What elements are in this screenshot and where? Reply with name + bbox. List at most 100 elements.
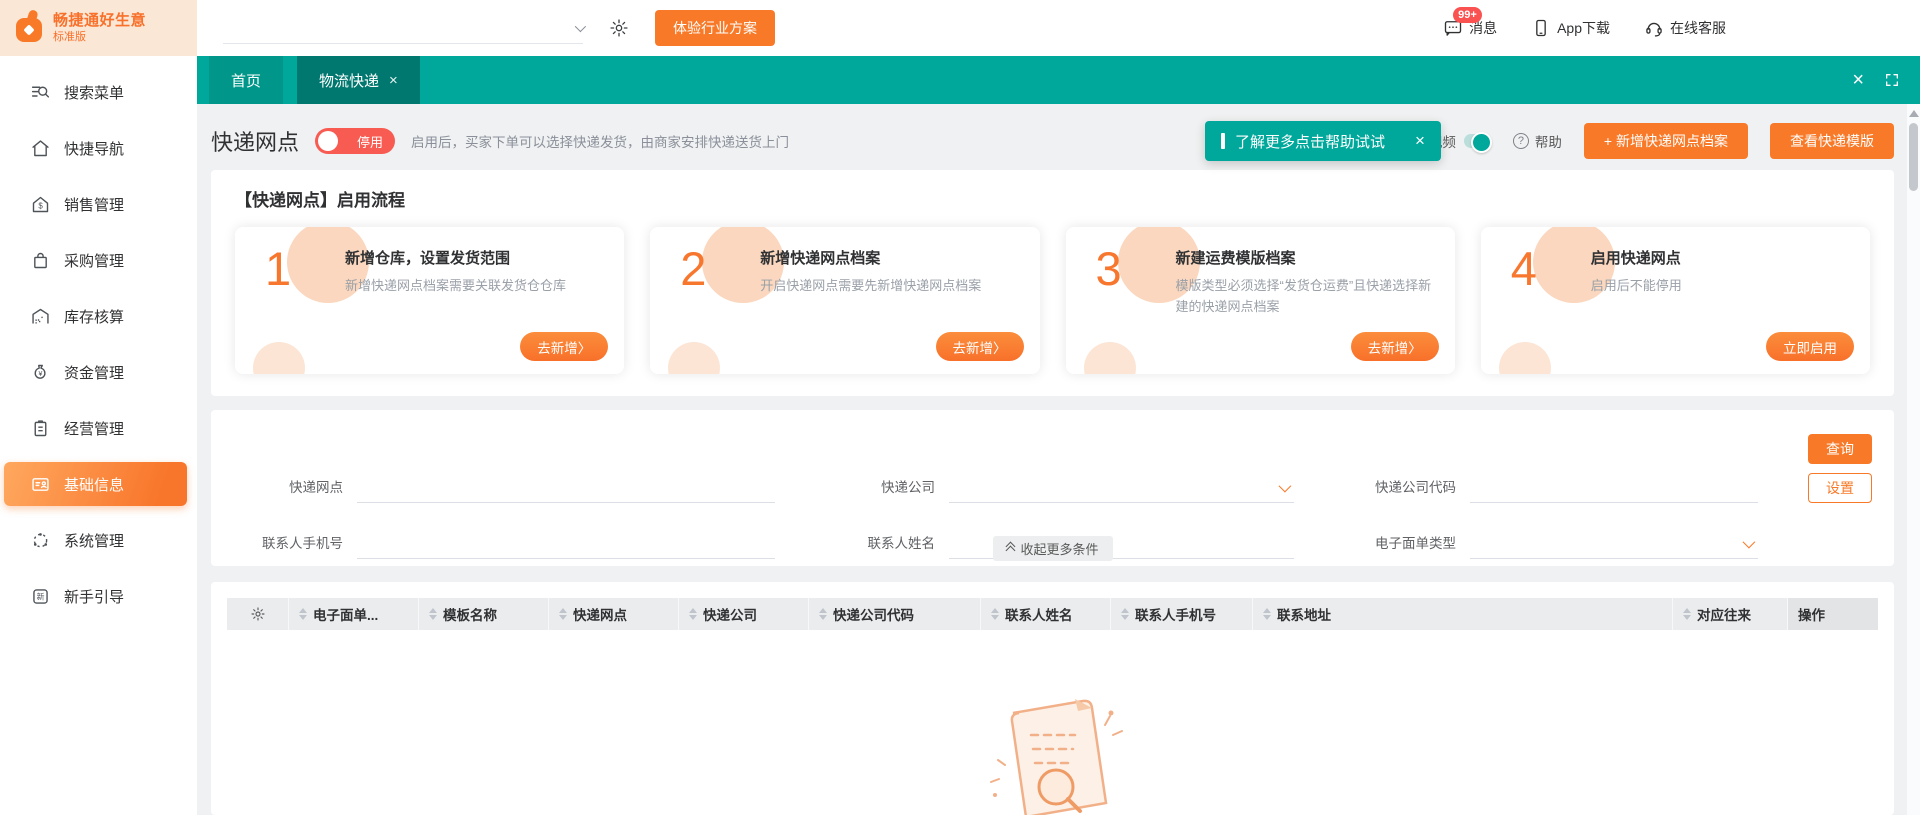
column-settings-button[interactable]	[227, 598, 289, 630]
messages-count-badge: 99+	[1453, 7, 1482, 23]
column-header-actions: 操作	[1788, 598, 1878, 630]
svg-text:¥: ¥	[39, 371, 43, 378]
chevron-down-icon[interactable]	[574, 20, 587, 32]
express-company-select[interactable]	[949, 473, 1294, 503]
sort-icon[interactable]	[429, 608, 437, 620]
collapse-more-filters-button[interactable]: 收起更多条件	[992, 536, 1113, 561]
money-pouch-icon: ¥	[30, 362, 51, 383]
double-chevron-up-icon	[1005, 541, 1015, 556]
flow-step-card: 3 新建运费模版档案 模版类型必须选择“发货仓运费”且快递选择新建的快递网点档案…	[1065, 227, 1455, 374]
flow-title: 【快递网点】启用流程	[235, 191, 405, 210]
sidebar-item-search-menu[interactable]: 搜索菜单	[0, 70, 197, 114]
go-add-button[interactable]: 去新增〉	[935, 332, 1024, 361]
online-service-button[interactable]: 在线客服	[1644, 18, 1726, 38]
column-header-company-code[interactable]: 快递公司代码	[809, 598, 981, 630]
tab-logistics-express[interactable]: 物流快递 ×	[297, 56, 420, 104]
sort-icon[interactable]	[1121, 608, 1129, 620]
express-site-input[interactable]	[357, 473, 775, 503]
sort-icon[interactable]	[991, 608, 999, 620]
sidebar-item-funds[interactable]: ¥ 资金管理	[0, 350, 197, 394]
expand-icon[interactable]	[1884, 72, 1900, 88]
chevron-down-icon	[1742, 535, 1756, 549]
sidebar-item-sales[interactable]: $ 销售管理	[0, 182, 197, 226]
results-table-panel: 电子面单... 模板名称 快递网点 快递公司 快递公司代码 联系人姓名 联系人手…	[211, 582, 1894, 815]
app-download-button[interactable]: App下载	[1531, 18, 1610, 38]
global-search[interactable]	[223, 12, 587, 44]
column-header-related-party[interactable]: 对应往来	[1673, 598, 1788, 630]
phone-icon	[1531, 18, 1551, 38]
contact-phone-input[interactable]	[357, 529, 775, 559]
banner-close-icon[interactable]: ×	[1415, 131, 1425, 151]
sort-icon[interactable]	[299, 608, 307, 620]
view-express-template-button[interactable]: 查看快递模版	[1770, 123, 1894, 159]
column-header-express-company[interactable]: 快递公司	[679, 598, 809, 630]
sidebar-item-label: 新手引导	[64, 588, 125, 606]
sidebar-item-new-guide[interactable]: 新 新手引导	[0, 574, 197, 618]
headset-icon	[1644, 18, 1664, 38]
banner-text: 了解更多点击帮助试试	[1234, 133, 1385, 151]
step-title: 启用快递网点	[1590, 250, 1681, 267]
sidebar-item-basic-info[interactable]: 基础信息	[4, 462, 187, 506]
settings-button[interactable]: 设置	[1808, 473, 1872, 503]
close-all-tabs-icon[interactable]: ×	[1852, 70, 1864, 90]
sidebar-item-quick-nav[interactable]: 快捷导航	[0, 126, 197, 170]
experience-solution-button[interactable]: 体验行业方案	[655, 10, 775, 46]
svg-text:新: 新	[37, 591, 45, 601]
page-header: 快递网点 停用 启用后，买家下单可以选择快递发货，由商家安排快递送货上门 了解更…	[211, 112, 1894, 170]
sort-icon[interactable]	[819, 608, 827, 620]
add-express-site-button[interactable]: + 新增快递网点档案	[1583, 123, 1748, 159]
query-button[interactable]: 查询	[1808, 434, 1872, 464]
collapse-label: 收起更多条件	[1020, 542, 1099, 557]
sidebar-item-label: 搜索菜单	[64, 84, 125, 102]
sidebar: 搜索菜单 快捷导航 $ 销售管理 采购管理 库存核算 ¥ 资金管理 经营管理 基…	[0, 56, 197, 815]
banner-accent-bar	[1220, 133, 1225, 149]
filter-label-contact-name: 联系人姓名	[867, 536, 936, 551]
column-header-template-name[interactable]: 模板名称	[419, 598, 549, 630]
column-header-waybill-type[interactable]: 电子面单...	[289, 598, 419, 630]
help-tooltip-banner: 了解更多点击帮助试试 ×	[1204, 121, 1441, 161]
top-bar: 畅捷通好生意 标准版 体验行业方案 99+ 消息 App下载 在线客服	[0, 0, 1920, 56]
go-add-button[interactable]: 去新增〉	[520, 332, 609, 361]
sidebar-item-system[interactable]: 系统管理	[0, 518, 197, 562]
messages-button[interactable]: 99+ 消息	[1443, 7, 1497, 38]
app-download-label: App下载	[1557, 20, 1610, 36]
sidebar-item-inventory[interactable]: 库存核算	[0, 294, 197, 338]
brand-block: 畅捷通好生意 标准版	[0, 0, 197, 56]
column-header-express-site[interactable]: 快递网点	[549, 598, 679, 630]
page-title: 快递网点	[211, 130, 300, 155]
scroll-up-arrow[interactable]	[1908, 110, 1919, 117]
online-service-label: 在线客服	[1670, 20, 1726, 36]
flow-step-card: 1 新增仓库，设置发货范围 新增快递网点档案需要关联发货仓仓库 去新增〉	[235, 227, 625, 374]
waybill-type-select[interactable]	[1470, 529, 1758, 559]
sort-icon[interactable]	[1263, 608, 1271, 620]
sidebar-item-label: 销售管理	[64, 196, 125, 214]
enable-toggle[interactable]: 停用	[315, 128, 396, 154]
sidebar-item-operations[interactable]: 经营管理	[0, 406, 197, 450]
sidebar-item-label: 系统管理	[64, 532, 125, 550]
video-switch[interactable]	[1463, 132, 1492, 153]
enable-now-button[interactable]: 立即启用	[1766, 332, 1854, 361]
empty-state-illustration	[953, 683, 1153, 815]
column-header-contact-name[interactable]: 联系人姓名	[981, 598, 1111, 630]
toggle-knob	[318, 131, 339, 151]
column-header-contact-address[interactable]: 联系地址	[1253, 598, 1673, 630]
column-header-contact-phone[interactable]: 联系人手机号	[1111, 598, 1253, 630]
step-title: 新建运费模版档案	[1175, 250, 1296, 267]
sort-icon[interactable]	[1683, 608, 1691, 620]
vertical-scrollbar[interactable]	[1907, 104, 1920, 815]
step-description: 模版类型必须选择“发货仓运费”且快递选择新建的快递网点档案	[1175, 278, 1432, 314]
sort-icon[interactable]	[689, 608, 697, 620]
sidebar-item-purchase[interactable]: 采购管理	[0, 238, 197, 282]
edition-label: 标准版	[53, 31, 86, 44]
help-button[interactable]: ? 帮助	[1512, 131, 1562, 151]
id-card-icon	[30, 474, 51, 495]
sort-icon[interactable]	[559, 608, 567, 620]
global-search-input[interactable]	[223, 19, 575, 36]
company-code-input[interactable]	[1470, 473, 1758, 503]
tab-home[interactable]: 首页	[209, 56, 284, 104]
tab-close-icon[interactable]: ×	[389, 72, 398, 89]
filter-label-contact-phone: 联系人手机号	[262, 536, 343, 551]
go-add-button[interactable]: 去新增〉	[1350, 332, 1439, 361]
scrollbar-thumb[interactable]	[1909, 123, 1918, 191]
gear-icon[interactable]	[609, 18, 629, 38]
